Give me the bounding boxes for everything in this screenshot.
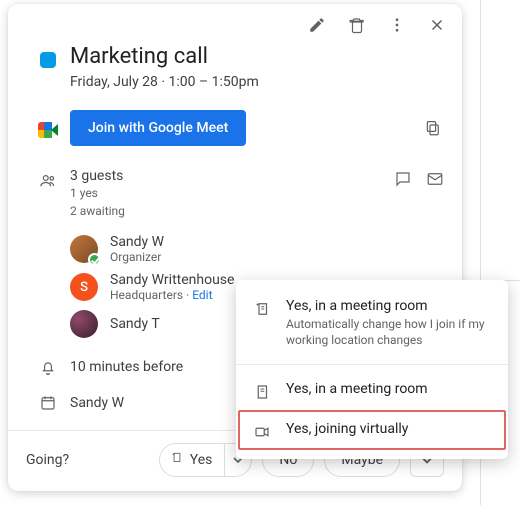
menu-item-title: Yes, in a meeting room (286, 381, 428, 397)
menu-item-virtual[interactable]: Yes, joining virtually (236, 411, 508, 451)
video-icon (252, 421, 272, 441)
close-icon[interactable] (426, 14, 448, 36)
guest-name: Sandy Writtenhouse (110, 272, 234, 288)
guests-icon (39, 172, 57, 194)
email-guests-icon[interactable] (426, 170, 444, 192)
guests-count: 3 guests (70, 168, 125, 184)
guest-name: Sandy W (110, 234, 164, 250)
auto-location-icon (170, 451, 184, 469)
event-color-chip (40, 52, 56, 68)
chat-icon[interactable] (394, 170, 412, 192)
going-label: Going? (26, 452, 69, 468)
guest-row[interactable]: Sandy W Organizer (70, 230, 444, 268)
menu-item-meeting-room[interactable]: Yes, in a meeting room (236, 371, 508, 411)
bell-icon (39, 358, 57, 380)
avatar (70, 310, 98, 338)
copy-link-icon[interactable] (422, 117, 444, 139)
event-datetime: Friday, July 28 · 1:00 – 1:50pm (70, 74, 444, 90)
guest-location: Headquarters · Edit (110, 288, 234, 302)
more-icon[interactable] (386, 14, 408, 36)
edit-location-link[interactable]: Edit (192, 288, 212, 302)
rsvp-yes-label: Yes (190, 452, 213, 468)
auto-room-icon (252, 298, 272, 318)
guests-awaiting: 2 awaiting (70, 202, 125, 220)
event-title: Marketing call (70, 44, 444, 70)
delete-icon[interactable] (346, 14, 368, 36)
edit-icon[interactable] (306, 14, 328, 36)
join-meet-button[interactable]: Join with Google Meet (70, 110, 246, 146)
menu-item-subtitle: Automatically change how I join if my wo… (286, 316, 492, 348)
rsvp-yes-badge (88, 253, 101, 266)
google-meet-icon (38, 122, 58, 138)
menu-item-title: Yes, in a meeting room (286, 298, 492, 314)
calendar-icon (39, 394, 57, 416)
guests-yes: 1 yes (70, 184, 125, 202)
meeting-room-icon (252, 381, 272, 401)
guest-role: Organizer (110, 250, 164, 264)
guest-name: Sandy T (110, 316, 160, 332)
avatar: S (70, 273, 98, 301)
menu-item-title: Yes, joining virtually (286, 421, 408, 437)
card-toolbar (8, 4, 462, 40)
avatar (70, 235, 98, 263)
menu-item-auto-room[interactable]: Yes, in a meeting room Automatically cha… (236, 288, 508, 358)
rsvp-options-menu: Yes, in a meeting room Automatically cha… (236, 280, 508, 459)
